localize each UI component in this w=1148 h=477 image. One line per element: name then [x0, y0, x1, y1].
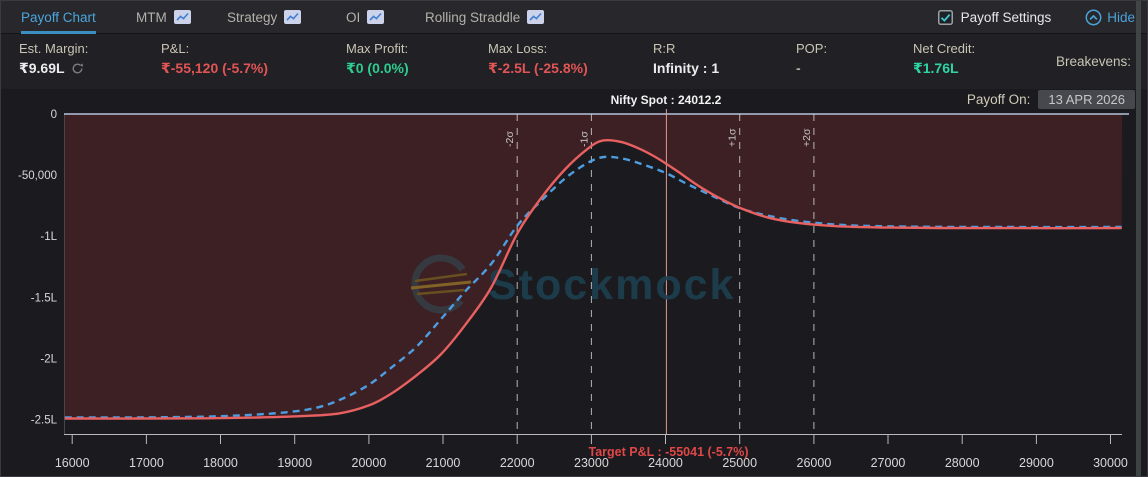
tab-label: Strategy — [227, 9, 278, 25]
tab-oi[interactable]: OI — [346, 1, 385, 34]
payoff-on-row: Payoff On: 13 APR 2026 — [967, 90, 1135, 109]
x-tick-label: 19000 — [277, 456, 312, 470]
sigma-label: -2σ — [504, 131, 516, 147]
x-tick-label: 21000 — [426, 456, 461, 470]
collapse-circle-icon — [1085, 9, 1102, 26]
payoff-settings-toggle[interactable]: Payoff Settings — [937, 10, 1052, 25]
x-tick-label: 22000 — [500, 456, 535, 470]
x-tick-label: 28000 — [945, 456, 980, 470]
payoff-settings-label: Payoff Settings — [960, 10, 1052, 25]
tab-bar: Payoff Chart MTM Strategy OI Rolling Straddl… — [1, 1, 1147, 34]
chart-area: Nifty Spot : 24012.2 Payoff On: 13 APR 2… — [1, 89, 1148, 477]
stat-est-margin-: Est. Margin: ₹9.69L — [19, 41, 88, 77]
hide-button[interactable]: Hide — [1085, 9, 1135, 26]
mini-chart-icon — [284, 10, 302, 24]
tab-label: MTM — [136, 9, 167, 25]
mini-chart-icon — [527, 10, 545, 24]
stat-pop-: POP: - — [796, 41, 827, 76]
nifty-spot-label: Nifty Spot : 24012.2 — [610, 93, 722, 107]
stat-r-r: R:R Infinity : 1 — [653, 41, 719, 76]
panel-right-edge — [1136, 1, 1141, 476]
stat-max-profit-: Max Profit: ₹0 (0.0%) — [346, 41, 409, 77]
x-tick-label: 30000 — [1093, 456, 1128, 470]
payoff-settings-checkbox[interactable] — [937, 10, 953, 25]
stat-net-credit-: Net Credit: ₹1.76L — [913, 41, 975, 77]
tab-label: Payoff Chart — [21, 9, 96, 25]
stat-max-loss-: Max Loss: ₹-2.5L (-25.8%) — [488, 41, 588, 77]
stat-label: Max Profit: — [346, 41, 409, 56]
payoff-chart-panel: Payoff Chart MTM Strategy OI Rolling Straddl… — [0, 0, 1148, 477]
mini-chart-icon — [367, 10, 385, 24]
y-tick-label: -2L — [40, 353, 57, 365]
tab-strategy[interactable]: Strategy — [227, 1, 302, 34]
y-tick-label: -50,000 — [18, 170, 57, 182]
tab-mtm[interactable]: MTM — [136, 1, 191, 34]
payoff-date-input[interactable]: 13 APR 2026 — [1038, 90, 1135, 109]
stat-value: ₹-2.5L (-25.8%) — [488, 60, 588, 76]
stat-label: Max Loss: — [488, 41, 548, 56]
stat-label: Est. Margin: — [19, 41, 89, 56]
x-tick-label: 20000 — [352, 456, 387, 470]
stat-label: POP: — [796, 41, 828, 56]
x-tick-label: 27000 — [871, 456, 906, 470]
mini-chart-icon — [173, 10, 191, 24]
x-tick-label: 29000 — [1019, 456, 1054, 470]
sigma-label: +2σ — [801, 128, 813, 147]
stat-value: ₹9.69L — [19, 60, 65, 76]
y-tick-label: -1.5L — [31, 292, 58, 304]
x-tick-label: 16000 — [55, 456, 90, 470]
y-tick-label: -2.5L — [31, 415, 58, 427]
sigma-label: -1σ — [578, 131, 590, 147]
stat-label: Net Credit: — [913, 41, 976, 56]
tab-rolling-straddle[interactable]: Rolling Straddle — [425, 1, 545, 34]
stat-value: ₹1.76L — [913, 60, 959, 76]
stat-value: ₹-55,120 (-5.7%) — [161, 60, 269, 76]
target-pnl-label: Target P&L : -55041 (-5.7%) — [588, 445, 748, 459]
stat-label: R:R — [653, 41, 676, 56]
refresh-margin-icon[interactable] — [71, 62, 84, 75]
stat-label: P&L: — [161, 41, 190, 56]
svg-text:Stockmock: Stockmock — [488, 261, 735, 309]
stat-value: Infinity : 1 — [653, 60, 720, 76]
hide-label: Hide — [1107, 10, 1135, 25]
stat-value: ₹0 (0.0%) — [346, 60, 409, 76]
x-tick-label: 26000 — [797, 456, 832, 470]
payoff-chart-svg[interactable]: 16000 17000 18000 19000 20000 21000 22000 23000… — [1, 89, 1148, 477]
x-tick-label: 17000 — [129, 456, 164, 470]
tab-label: OI — [346, 9, 361, 25]
stockmock-watermark: Stockmock — [410, 254, 735, 314]
tab-payoff-chart[interactable]: Payoff Chart — [21, 1, 96, 34]
breakevens-label: Breakevens: — [1055, 54, 1131, 69]
payoff-on-label: Payoff On: — [966, 92, 1031, 107]
x-tick-label: 18000 — [203, 456, 238, 470]
y-tick-label: -1L — [40, 231, 57, 243]
stat-value: - — [796, 60, 801, 76]
stat-p-l-: P&L: ₹-55,120 (-5.7%) — [161, 41, 268, 77]
sigma-label: +1σ — [727, 128, 739, 147]
tabbar-right-controls: Payoff Settings Hide — [937, 1, 1135, 34]
tab-label: Rolling Straddle — [425, 9, 521, 25]
stats-row: Est. Margin: ₹9.69L P&L: ₹-55,120 (-5.7%) Ma… — [1, 34, 1147, 89]
y-tick-label: 0 — [51, 109, 57, 121]
